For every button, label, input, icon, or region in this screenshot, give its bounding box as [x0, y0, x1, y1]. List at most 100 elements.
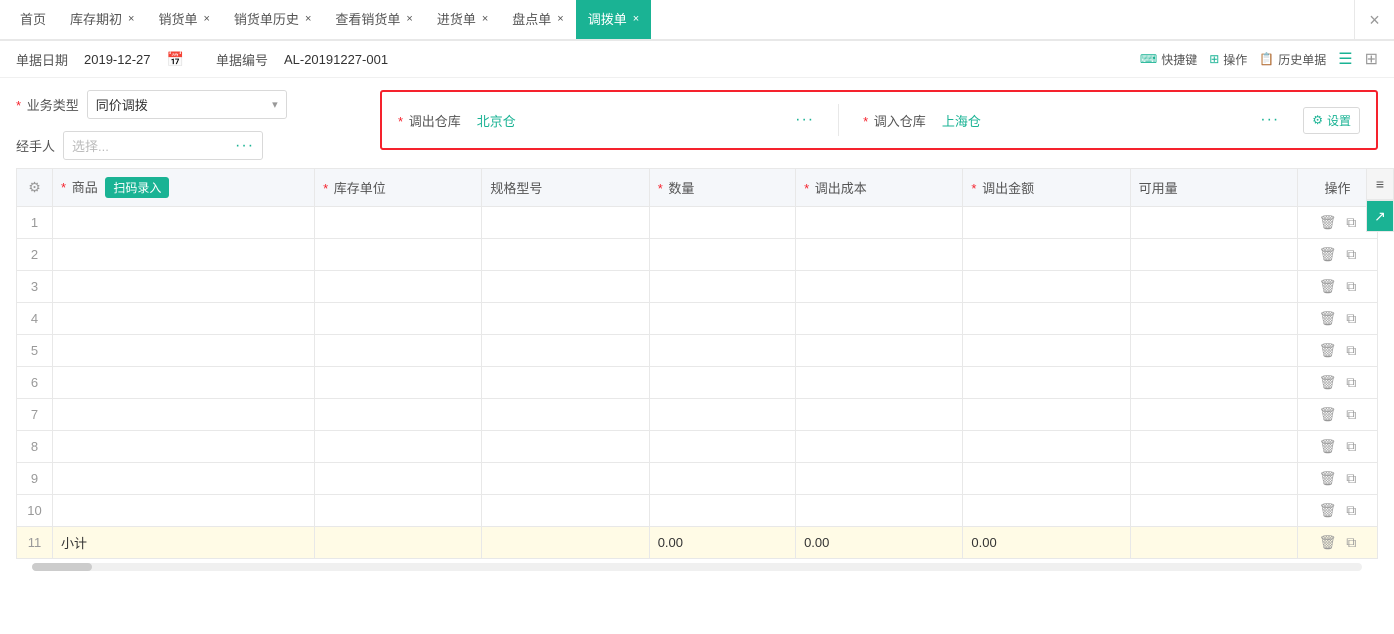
operation-button[interactable]: ⊞ 操作 — [1209, 51, 1247, 68]
row-copy-icon[interactable]: ⧉ — [1346, 502, 1356, 518]
cell-qty[interactable] — [649, 399, 795, 431]
subtotal-delete-icon[interactable]: 🗑 — [1319, 534, 1337, 550]
tab-stocktake[interactable]: 盘点单 × — [500, 0, 575, 40]
cell-amount[interactable] — [963, 271, 1130, 303]
row-delete-icon[interactable]: 🗑 — [1319, 214, 1337, 230]
cell-amount[interactable] — [963, 399, 1130, 431]
cell-amount[interactable] — [963, 239, 1130, 271]
shortcut-button[interactable]: ⌨ 快捷键 — [1140, 51, 1197, 68]
cell-amount[interactable] — [963, 303, 1130, 335]
list-view-button[interactable]: ☰ — [1338, 49, 1352, 69]
cell-product[interactable] — [53, 367, 315, 399]
cell-cost[interactable] — [796, 463, 963, 495]
row-delete-icon[interactable]: 🗑 — [1319, 438, 1337, 454]
cell-cost[interactable] — [796, 399, 963, 431]
cell-product[interactable] — [53, 271, 315, 303]
cell-product[interactable] — [53, 239, 315, 271]
grid-view-button[interactable]: ⊞ — [1365, 49, 1378, 69]
cell-cost[interactable] — [796, 335, 963, 367]
cell-product[interactable] — [53, 335, 315, 367]
tab-view-sales[interactable]: 查看销货单 × — [323, 0, 424, 40]
cell-amount[interactable] — [963, 207, 1130, 239]
tab-purchase-order-close[interactable]: × — [482, 13, 488, 25]
row-copy-icon[interactable]: ⧉ — [1346, 278, 1356, 294]
cell-amount[interactable] — [963, 463, 1130, 495]
settings-button[interactable]: ⚙ 设置 — [1303, 107, 1360, 134]
row-delete-icon[interactable]: 🗑 — [1319, 502, 1337, 518]
row-delete-icon[interactable]: 🗑 — [1319, 470, 1337, 486]
float-list-button[interactable]: ≡ — [1366, 168, 1394, 200]
cell-cost[interactable] — [796, 239, 963, 271]
tab-view-sales-close[interactable]: × — [406, 13, 412, 25]
row-copy-icon[interactable]: ⧉ — [1346, 310, 1356, 326]
tab-inventory-init-close[interactable]: × — [128, 13, 134, 25]
cell-cost[interactable] — [796, 207, 963, 239]
row-copy-icon[interactable]: ⧉ — [1346, 246, 1356, 262]
cell-product[interactable] — [53, 207, 315, 239]
cell-amount[interactable] — [963, 431, 1130, 463]
cell-qty[interactable] — [649, 367, 795, 399]
cell-qty[interactable] — [649, 303, 795, 335]
calendar-icon[interactable]: 📅 — [167, 51, 184, 68]
subtotal-copy-icon[interactable]: ⧉ — [1346, 534, 1356, 550]
cell-qty[interactable] — [649, 239, 795, 271]
gear-settings-icon[interactable]: ⚙ — [28, 179, 41, 195]
cell-qty[interactable] — [649, 431, 795, 463]
row-delete-icon[interactable]: 🗑 — [1319, 278, 1337, 294]
tab-stocktake-close[interactable]: × — [557, 13, 563, 25]
row-delete-icon[interactable]: 🗑 — [1319, 406, 1337, 422]
transfer-in-more-icon[interactable]: ··· — [1260, 111, 1279, 129]
cell-available — [1130, 271, 1297, 303]
cell-cost[interactable] — [796, 495, 963, 527]
tab-sales-history-close[interactable]: × — [305, 13, 311, 25]
row-delete-icon[interactable]: 🗑 — [1319, 310, 1337, 326]
cell-qty[interactable] — [649, 207, 795, 239]
cell-cost[interactable] — [796, 367, 963, 399]
cell-product[interactable] — [53, 495, 315, 527]
handler-more-icon[interactable]: ··· — [235, 137, 254, 155]
tab-purchase-order[interactable]: 进货单 × — [425, 0, 500, 40]
row-copy-icon[interactable]: ⧉ — [1346, 470, 1356, 486]
row-copy-icon[interactable]: ⧉ — [1346, 406, 1356, 422]
cell-qty[interactable] — [649, 495, 795, 527]
cell-amount[interactable] — [963, 495, 1130, 527]
tab-inventory-init[interactable]: 库存期初 × — [58, 0, 146, 40]
row-copy-icon[interactable]: ⧉ — [1346, 342, 1356, 358]
tab-transfer[interactable]: 调拨单 × — [576, 0, 651, 40]
cell-amount[interactable] — [963, 335, 1130, 367]
business-type-select[interactable]: 同价调拨 ▾ — [87, 90, 287, 119]
table-row: 5 🗑 ⧉ — [17, 335, 1378, 367]
history-button[interactable]: 📋 历史单据 — [1259, 51, 1326, 68]
cell-amount[interactable] — [963, 367, 1130, 399]
tab-home[interactable]: 首页 — [8, 0, 58, 40]
scan-input-button[interactable]: 扫码录入 — [105, 177, 169, 198]
row-copy-icon[interactable]: ⧉ — [1346, 214, 1356, 230]
tab-sales-order-close[interactable]: × — [203, 13, 209, 25]
float-expand-button[interactable]: ↗ — [1366, 200, 1394, 232]
tab-sales-history[interactable]: 销货单历史 × — [222, 0, 323, 40]
tab-sales-order[interactable]: 销货单 × — [146, 0, 221, 40]
cell-qty[interactable] — [649, 335, 795, 367]
transfer-out-more-icon[interactable]: ··· — [795, 111, 814, 129]
row-copy-icon[interactable]: ⧉ — [1346, 374, 1356, 390]
cell-cost[interactable] — [796, 271, 963, 303]
cell-qty[interactable] — [649, 271, 795, 303]
close-window-button[interactable]: × — [1354, 0, 1394, 40]
cell-qty[interactable] — [649, 463, 795, 495]
handler-select[interactable]: 选择... ··· — [63, 131, 263, 160]
scrollbar-thumb[interactable] — [32, 563, 92, 571]
row-delete-icon[interactable]: 🗑 — [1319, 246, 1337, 262]
cell-product[interactable] — [53, 463, 315, 495]
cell-product[interactable] — [53, 303, 315, 335]
cell-cost[interactable] — [796, 303, 963, 335]
cell-product[interactable] — [53, 399, 315, 431]
cell-cost[interactable] — [796, 431, 963, 463]
cell-product[interactable] — [53, 431, 315, 463]
row-copy-icon[interactable]: ⧉ — [1346, 438, 1356, 454]
horizontal-scrollbar[interactable] — [32, 563, 1362, 571]
th-gear[interactable]: ⚙ — [17, 169, 53, 207]
row-delete-icon[interactable]: 🗑 — [1319, 342, 1337, 358]
tab-transfer-close[interactable]: × — [633, 13, 639, 25]
row-delete-icon[interactable]: 🗑 — [1319, 374, 1337, 390]
th-amount: * 调出金额 — [963, 169, 1130, 207]
